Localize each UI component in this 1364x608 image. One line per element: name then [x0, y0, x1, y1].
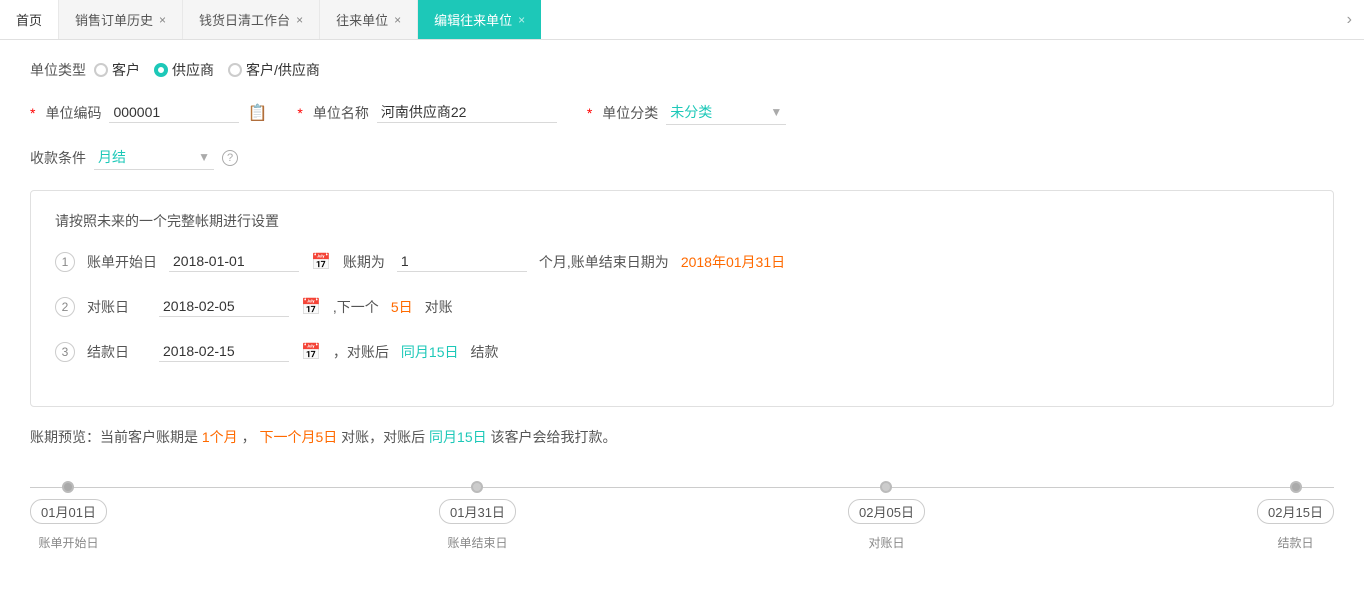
timeline-point-3: 02月15日 结款日	[1257, 481, 1334, 551]
unit-code-icon[interactable]: 📋	[247, 103, 267, 123]
timeline-points: 01月01日 账单开始日 01月31日 账单结束日 02月05日 对账日 02月…	[30, 481, 1334, 551]
settings-title: 请按照未来的一个完整帐期进行设置	[55, 211, 1309, 231]
point-dot-0	[62, 481, 74, 493]
row-num-3: 3	[55, 342, 75, 362]
help-icon[interactable]: ?	[222, 150, 238, 166]
radio-supplier[interactable]: 供应商	[154, 60, 214, 80]
preview-part3: 对账，对账后	[341, 429, 425, 445]
row-num-2: 2	[55, 297, 75, 317]
reconcile-highlight: 5日	[391, 297, 413, 317]
tab-close-edit-partner[interactable]: ×	[518, 13, 525, 27]
timeline-point-2: 02月05日 对账日	[848, 481, 925, 551]
unit-name-label: 单位名称	[313, 103, 369, 123]
point-dot-1	[471, 481, 483, 493]
point-dot-2	[880, 481, 892, 493]
tab-close-partner[interactable]: ×	[394, 13, 401, 27]
timeline: 01月01日 账单开始日 01月31日 账单结束日 02月05日 对账日 02月…	[30, 471, 1334, 581]
payment-condition-field: 收款条件 月结 ▼ ?	[30, 145, 238, 170]
row-label-2: 对账日	[87, 297, 147, 317]
start-date-input[interactable]	[169, 251, 299, 272]
payment-condition-arrow-icon: ▼	[198, 150, 210, 164]
preview-part4: 同月15日	[429, 429, 487, 445]
preview-part2: 下一个月5日	[259, 429, 337, 445]
unit-type-radio-group: 客户 供应商 客户/供应商	[94, 60, 320, 80]
radio-customer[interactable]: 客户	[94, 60, 140, 80]
unit-name-input[interactable]	[377, 102, 557, 123]
payment-prefix: ，对账后	[333, 342, 389, 362]
radio-both[interactable]: 客户/供应商	[228, 60, 320, 80]
timeline-point-0: 01月01日 账单开始日	[30, 481, 107, 551]
unit-code-field: * 单位编码 📋	[30, 102, 267, 123]
unit-category-value: 未分类	[670, 102, 764, 122]
preview-prefix: 账期预览：当前客户账期是	[30, 429, 198, 445]
calendar-icon-1[interactable]: 📅	[311, 252, 331, 272]
reconcile-date-input[interactable]	[159, 296, 289, 317]
row-label-3: 结款日	[87, 342, 147, 362]
payment-suffix: 结款	[471, 342, 499, 362]
reconcile-suffix: 对账	[425, 297, 453, 317]
point-dot-3	[1290, 481, 1302, 493]
radio-customer-label: 客户	[112, 60, 140, 80]
payment-condition-value: 月结	[98, 147, 192, 167]
preview-suffix: 该客户会给我打款。	[491, 429, 617, 445]
tab-close-cash-work[interactable]: ×	[296, 13, 303, 27]
payment-row: 收款条件 月结 ▼ ?	[30, 145, 1334, 170]
unit-info-row: * 单位编码 📋 * 单位名称 * 单位分类 未分类 ▼	[30, 100, 1334, 125]
unit-type-row: 单位类型 客户 供应商 客户/供应商	[30, 60, 1334, 80]
reconcile-prefix: ,下一个	[333, 297, 379, 317]
radio-both-label: 客户/供应商	[246, 60, 320, 80]
settings-row-1: 1 账单开始日 📅 账期为 个月,账单结束日期为 2018年01月31日	[55, 251, 1309, 272]
row-label-1: 账单开始日	[87, 252, 157, 272]
unit-code-label: 单位编码	[45, 103, 101, 123]
settings-row-2: 2 对账日 📅 ,下一个 5日 对账	[55, 296, 1309, 317]
unit-code-input[interactable]	[109, 102, 239, 123]
point-date-0: 01月01日	[30, 499, 107, 524]
unit-type-field: 单位类型 客户 供应商 客户/供应商	[30, 60, 320, 80]
preview-part1: 1个月	[202, 429, 238, 445]
preview-comma1: ，	[242, 429, 256, 445]
period-suffix: 个月,账单结束日期为	[539, 252, 669, 272]
tab-scroll-right[interactable]: ›	[1335, 0, 1364, 39]
tab-partner[interactable]: 往来单位 ×	[320, 0, 418, 39]
tab-sales-history[interactable]: 销售订单历史 ×	[59, 0, 183, 39]
unit-category-field: * 单位分类 未分类 ▼	[587, 100, 786, 125]
tab-bar: 首页 销售订单历史 × 钱货日清工作台 × 往来单位 × 编辑往来单位 × ›	[0, 0, 1364, 40]
payment-condition-select[interactable]: 月结 ▼	[94, 145, 214, 170]
point-date-3: 02月15日	[1257, 499, 1334, 524]
payment-date-input[interactable]	[159, 341, 289, 362]
calendar-icon-3[interactable]: 📅	[301, 342, 321, 362]
unit-name-field: * 单位名称	[297, 102, 556, 123]
payment-highlight: 同月15日	[401, 342, 459, 362]
tab-edit-partner[interactable]: 编辑往来单位 ×	[418, 0, 541, 39]
tab-home[interactable]: 首页	[0, 0, 59, 39]
page-content: 单位类型 客户 供应商 客户/供应商 * 单位编码	[0, 40, 1364, 608]
point-label-2: 对账日	[868, 534, 904, 551]
unit-category-select[interactable]: 未分类 ▼	[666, 100, 786, 125]
payment-condition-label: 收款条件	[30, 148, 86, 168]
radio-customer-circle	[94, 63, 108, 77]
timeline-point-1: 01月31日 账单结束日	[439, 481, 516, 551]
point-date-1: 01月31日	[439, 499, 516, 524]
calendar-icon-2[interactable]: 📅	[301, 297, 321, 317]
unit-type-label: 单位类型	[30, 60, 86, 80]
settings-row-3: 3 结款日 📅 ，对账后 同月15日 结款	[55, 341, 1309, 362]
period-end-date: 2018年01月31日	[681, 252, 785, 272]
period-prefix: 账期为	[343, 252, 385, 272]
tab-close-sales-history[interactable]: ×	[159, 13, 166, 27]
settings-box: 请按照未来的一个完整帐期进行设置 1 账单开始日 📅 账期为 个月,账单结束日期…	[30, 190, 1334, 407]
period-value-input[interactable]	[397, 251, 527, 272]
row-num-1: 1	[55, 252, 75, 272]
radio-supplier-circle	[154, 63, 168, 77]
tab-cash-work[interactable]: 钱货日清工作台 ×	[183, 0, 320, 39]
unit-category-label: 单位分类	[602, 103, 658, 123]
point-label-1: 账单结束日	[447, 534, 507, 551]
preview-text: 账期预览：当前客户账期是 1个月 ， 下一个月5日 对账，对账后 同月15日 该…	[30, 427, 1334, 447]
radio-both-circle	[228, 63, 242, 77]
point-date-2: 02月05日	[848, 499, 925, 524]
unit-category-arrow-icon: ▼	[770, 105, 782, 119]
radio-supplier-label: 供应商	[172, 60, 214, 80]
point-label-0: 账单开始日	[38, 534, 98, 551]
point-label-3: 结款日	[1278, 534, 1314, 551]
